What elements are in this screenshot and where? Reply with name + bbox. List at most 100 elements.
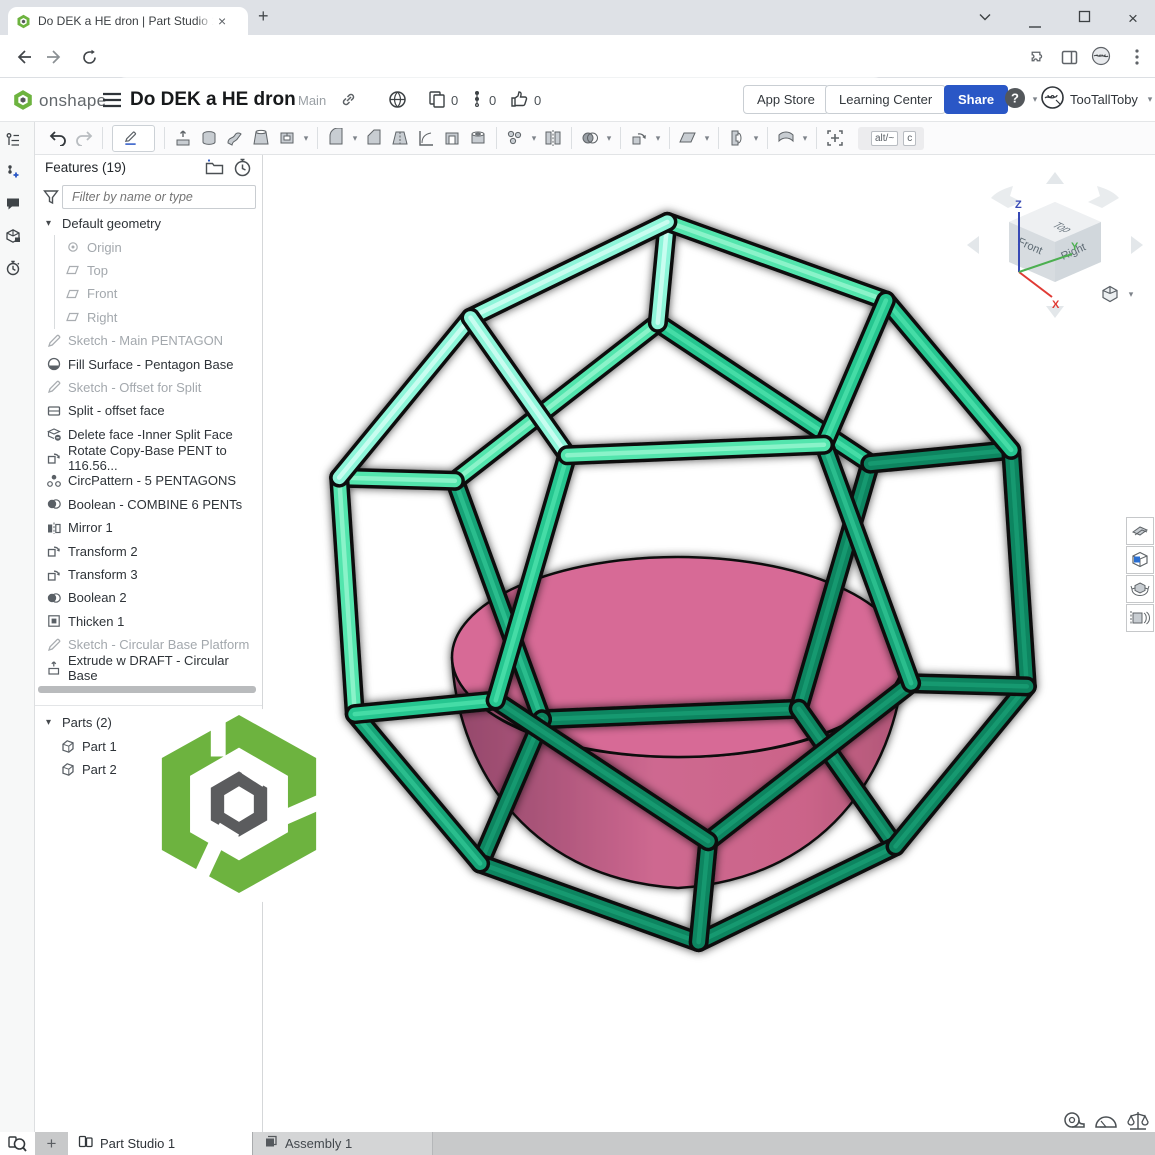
browser-menu-dots-icon[interactable]	[1126, 46, 1148, 68]
tab-close-icon[interactable]: ×	[218, 13, 226, 29]
versions-icon[interactable]	[472, 90, 482, 113]
feature-filter-field[interactable]	[62, 185, 256, 209]
search-tools-box[interactable]: alt/~ c	[858, 126, 925, 150]
comments-icon[interactable]	[5, 196, 29, 220]
sweep-icon[interactable]	[222, 126, 248, 150]
help-caret-icon[interactable]: ▾	[1029, 94, 1041, 105]
reload-icon[interactable]	[78, 46, 100, 68]
boolean-icon[interactable]	[577, 126, 603, 150]
default-geometry-group[interactable]: ▾ Default geometry	[40, 212, 262, 235]
surface-icon[interactable]	[773, 126, 799, 150]
feature-row[interactable]: Origin	[59, 235, 262, 258]
create-version-icon[interactable]	[5, 164, 29, 188]
shell-icon[interactable]	[439, 126, 465, 150]
collapse-caret-icon[interactable]: ▾	[46, 717, 56, 728]
feature-row[interactable]: Sketch - Offset for Split	[40, 376, 262, 399]
view-options-button[interactable]: ▾	[1101, 285, 1137, 303]
collapse-caret-icon[interactable]: ▾	[46, 218, 56, 229]
boolean-caret-icon[interactable]: ▾	[603, 133, 615, 144]
like-icon[interactable]	[510, 90, 529, 113]
app-store-button[interactable]: App Store	[743, 85, 829, 114]
feature-row[interactable]: Thicken 1	[40, 610, 262, 633]
window-close-button[interactable]: ×	[1128, 9, 1138, 29]
browser-tab[interactable]: Do DEK a HE dron | Part Studio 1 ×	[8, 7, 248, 40]
view-cube[interactable]: Top Front Right Z X Y	[955, 170, 1155, 330]
feature-row[interactable]: CircPattern - 5 PENTAGONS	[40, 469, 262, 492]
feature-list-icon[interactable]	[5, 132, 29, 156]
tape-measure-icon[interactable]	[1062, 1110, 1086, 1132]
feature-row[interactable]: Front	[59, 282, 262, 305]
help-icon[interactable]: ?	[1004, 87, 1026, 114]
hole-icon[interactable]	[465, 126, 491, 150]
back-icon[interactable]	[12, 46, 34, 68]
add-element-button[interactable]: +	[35, 1132, 68, 1155]
filter-funnel-icon[interactable]	[43, 189, 59, 210]
browser-profile-avatar[interactable]	[1090, 45, 1112, 67]
feature-row[interactable]: Transform 3	[40, 563, 262, 586]
protractor-icon[interactable]	[1094, 1110, 1118, 1132]
redo-icon[interactable]	[71, 126, 97, 150]
document-title[interactable]: Do DEK a HE dron	[130, 89, 296, 111]
draft-icon[interactable]	[387, 126, 413, 150]
chamfer-icon[interactable]	[361, 126, 387, 150]
curve-icon[interactable]	[724, 126, 750, 150]
plane-caret-icon[interactable]: ▾	[701, 133, 713, 144]
thicken-caret-icon[interactable]: ▾	[300, 133, 312, 144]
rib-icon[interactable]	[413, 126, 439, 150]
feature-row[interactable]: Fill Surface - Pentagon Base	[40, 352, 262, 375]
display-swatches-button[interactable]	[1126, 517, 1154, 545]
feature-row[interactable]: Top	[59, 259, 262, 282]
element-tab-part-studio-1[interactable]: Part Studio 1	[68, 1132, 253, 1155]
export-cube-icon[interactable]	[5, 228, 29, 252]
surface-caret-icon[interactable]: ▾	[799, 133, 811, 144]
user-avatar[interactable]	[1041, 86, 1064, 114]
window-minimize-button[interactable]	[1028, 16, 1042, 34]
workspace-name[interactable]: Main	[298, 93, 326, 108]
feature-row[interactable]: Split - offset face	[40, 399, 262, 422]
element-tab-assembly-1[interactable]: Assembly 1	[253, 1132, 433, 1155]
feature-row[interactable]: Boolean 2	[40, 586, 262, 609]
insert-icon[interactable]	[822, 126, 848, 150]
isolate-cube-button[interactable]	[1126, 546, 1154, 574]
fillet-icon[interactable]	[323, 126, 349, 150]
learning-center-button[interactable]: Learning Center	[825, 85, 947, 114]
extensions-puzzle-icon[interactable]	[1026, 46, 1048, 68]
mirror-icon[interactable]	[540, 126, 566, 150]
graphics-viewport[interactable]: Top Front Right Z X Y ▾	[263, 155, 1155, 1132]
public-globe-icon[interactable]	[388, 90, 407, 114]
feature-panel-scrollbar[interactable]	[38, 686, 256, 693]
revolve-icon[interactable]	[196, 126, 222, 150]
copies-icon[interactable]	[428, 90, 446, 113]
section-tools-button[interactable]	[1126, 604, 1154, 632]
user-caret-icon[interactable]: ▾	[1144, 94, 1155, 105]
link-icon[interactable]	[340, 91, 357, 113]
hamburger-menu-icon[interactable]	[102, 91, 122, 114]
mass-properties-icon[interactable]	[1126, 1110, 1150, 1132]
rollback-history-icon[interactable]	[233, 158, 252, 180]
tab-search-icon[interactable]	[978, 10, 992, 29]
thicken-icon[interactable]	[274, 126, 300, 150]
transform-caret-icon[interactable]: ▾	[652, 133, 664, 144]
feature-row[interactable]: Right	[59, 306, 262, 329]
curve-caret-icon[interactable]: ▾	[750, 133, 762, 144]
feature-row[interactable]: Rotate Copy-Base PENT to 116.56...	[40, 443, 262, 473]
feature-row[interactable]: Transform 2	[40, 539, 262, 562]
orbit-views-button[interactable]	[1126, 575, 1154, 603]
feature-row[interactable]: Sketch - Main PENTAGON	[40, 329, 262, 352]
window-maximize-button[interactable]	[1078, 10, 1091, 28]
user-name[interactable]: TooTallToby	[1070, 92, 1138, 107]
insert-folder-icon[interactable]	[205, 159, 225, 179]
loft-icon[interactable]	[248, 126, 274, 150]
history-icon[interactable]	[5, 260, 29, 284]
feature-row[interactable]: Extrude w DRAFT - Circular Base	[40, 653, 262, 683]
fillet-caret-icon[interactable]: ▾	[349, 133, 361, 144]
extrude-icon[interactable]	[170, 126, 196, 150]
forward-icon[interactable]	[44, 46, 66, 68]
transform-icon[interactable]	[626, 126, 652, 150]
feature-row[interactable]: Boolean - COMBINE 6 PENTs	[40, 493, 262, 516]
new-tab-button[interactable]: +	[258, 6, 269, 27]
plane-icon[interactable]	[675, 126, 701, 150]
sketch-button[interactable]	[112, 124, 155, 152]
pattern-caret-icon[interactable]: ▾	[528, 133, 540, 144]
feature-filter-input[interactable]	[70, 189, 248, 205]
